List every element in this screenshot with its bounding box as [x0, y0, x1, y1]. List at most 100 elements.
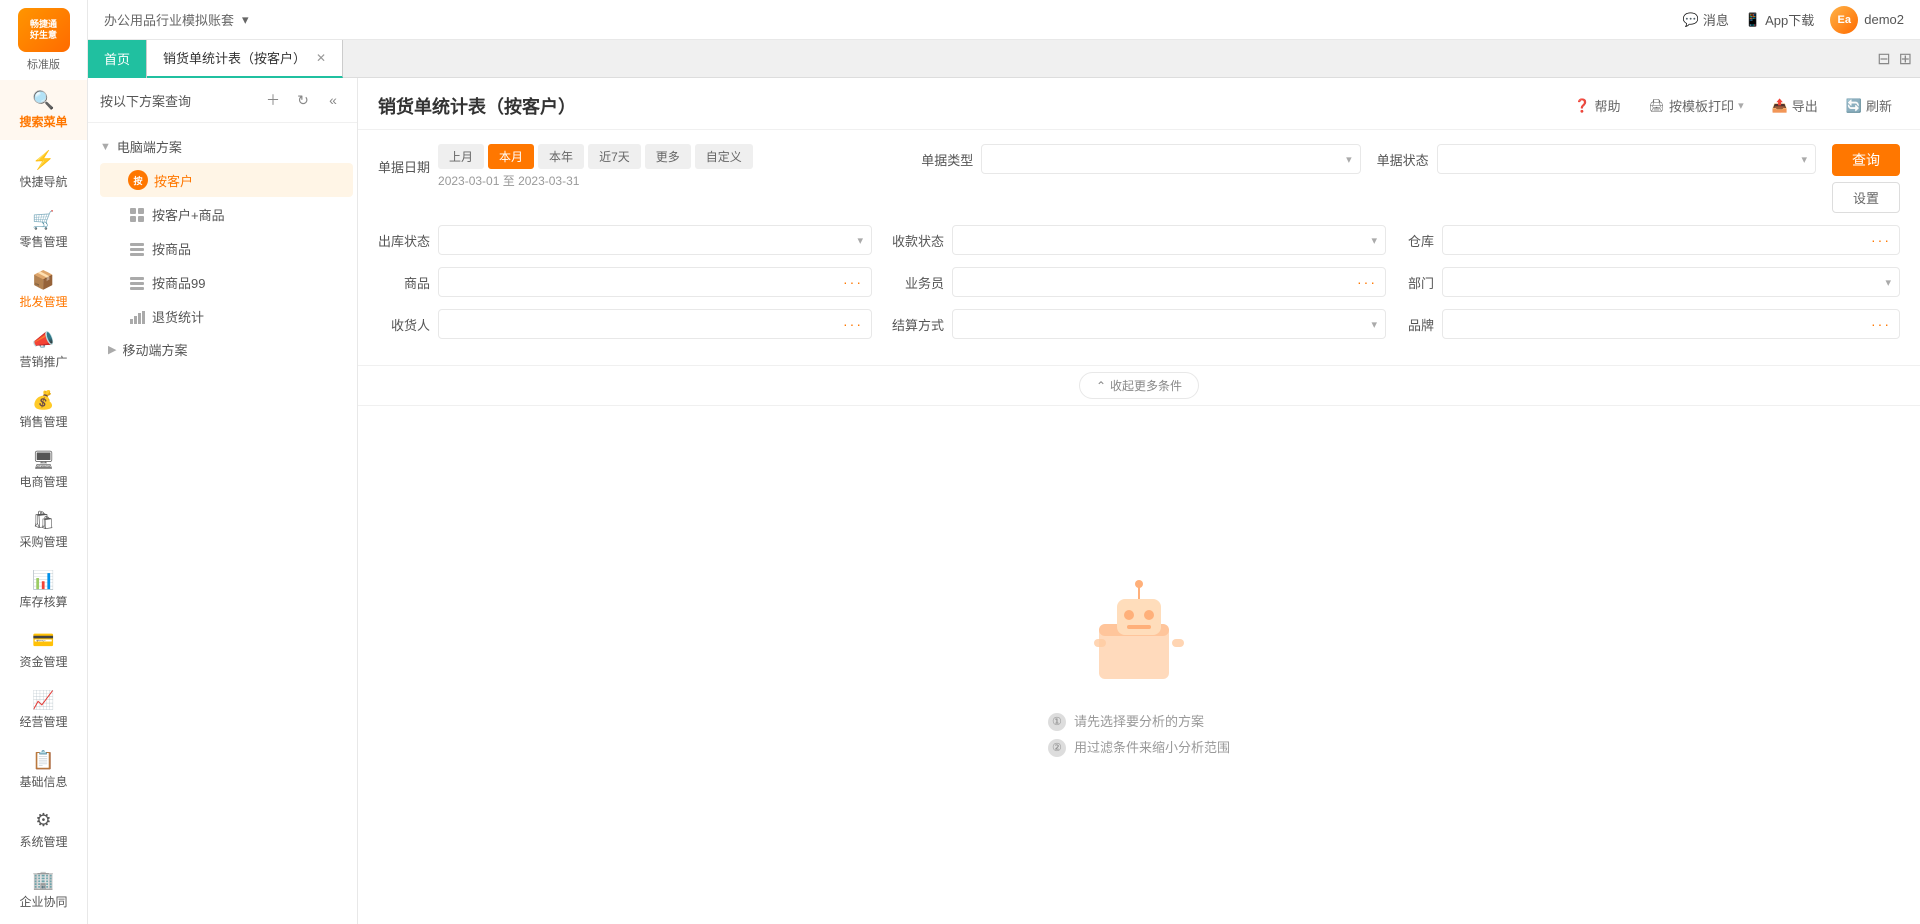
doc-type-select[interactable]: ▾ — [981, 144, 1360, 174]
dept-label: 部门 — [1406, 273, 1434, 292]
receipt-state-select[interactable]: ▾ — [952, 225, 1386, 255]
tab-sales-stat[interactable]: 销货单统计表（按客户） ✕ — [147, 40, 343, 78]
tab-home[interactable]: 首页 — [88, 40, 147, 78]
this-month-btn[interactable]: 本月 — [488, 144, 534, 169]
query-btn[interactable]: 查询 — [1832, 144, 1900, 176]
last7days-btn[interactable]: 近7天 — [588, 144, 641, 169]
warehouse-select[interactable]: ··· — [1442, 225, 1900, 255]
out-state-select[interactable]: ▾ — [438, 225, 872, 255]
sidebar-item-purchase[interactable]: 🛍 采购管理 — [0, 500, 87, 560]
template-print-arrow: ▾ — [1738, 99, 1744, 112]
prev-month-btn[interactable]: 上月 — [438, 144, 484, 169]
dept-arrow: ▾ — [1885, 276, 1891, 289]
custom-btn[interactable]: 自定义 — [695, 144, 753, 169]
sidebar-item-operations-label: 经营管理 — [19, 713, 67, 730]
user-label: demo2 — [1864, 12, 1904, 27]
sidebar-item-search[interactable]: 🔍 搜索菜单 — [0, 80, 87, 140]
help-btn[interactable]: ❓ 帮助 — [1566, 92, 1628, 119]
dept-select[interactable]: ▾ — [1442, 267, 1900, 297]
refresh-scheme-btn[interactable]: ↻ — [291, 88, 315, 112]
sidebar-item-basic[interactable]: 📋 基础信息 — [0, 740, 87, 800]
doc-state-select[interactable]: ▾ — [1437, 144, 1816, 174]
date-buttons: 上月 本月 本年 近7天 更多 自定义 — [438, 144, 753, 169]
sidebar: 畅捷通好生意 标准版 🔍 搜索菜单 ⚡ 快捷导航 🛒 零售管理 📦 批发管理 📣… — [0, 0, 88, 924]
product-99-icon — [128, 274, 146, 292]
brand-select[interactable]: ··· — [1442, 309, 1900, 339]
sidebar-item-wholesale-label: 批发管理 — [19, 293, 67, 310]
filter-row-2: 出库状态 ▾ 收款状态 ▾ 仓库 — [378, 225, 1900, 255]
collapse-panel-btn[interactable]: « — [321, 88, 345, 112]
export-btn[interactable]: 📤 导出 — [1764, 92, 1826, 119]
message-btn[interactable]: 💬 消息 — [1683, 10, 1729, 29]
tree-child-by-customer[interactable]: 按 按客户 — [100, 163, 353, 197]
return-stat-icon — [128, 308, 146, 326]
tree-child-by-product-99[interactable]: 按商品99 — [100, 266, 353, 299]
tree-section: ▼ 电脑端方案 按 按客户 — [88, 123, 357, 924]
consignee-dots: ··· — [843, 316, 863, 332]
tree-desktop-label: 电脑端方案 — [117, 137, 182, 156]
tree-mobile-label: 移动端方案 — [122, 340, 187, 359]
doc-state-arrow: ▾ — [1801, 153, 1807, 166]
more-btn[interactable]: 更多 — [645, 144, 691, 169]
employee-select[interactable]: ··· — [952, 267, 1386, 297]
filter-doc-type-item: 单据类型 ▾ — [921, 144, 1360, 174]
retail-icon: 🛒 — [32, 210, 54, 231]
sidebar-item-quick-nav-label: 快捷导航 — [19, 173, 67, 190]
tab-maximize-icon[interactable]: ⊞ — [1899, 49, 1912, 69]
topbar-dropdown-icon[interactable]: ▾ — [242, 12, 249, 28]
tree-child-by-customer-product[interactable]: 按客户+商品 — [100, 198, 353, 231]
tree-parent-desktop[interactable]: ▼ 电脑端方案 — [88, 131, 357, 162]
user-btn[interactable]: Ea demo2 — [1830, 6, 1904, 34]
tab-sales-stat-label: 销货单统计表（按客户） — [163, 48, 306, 67]
filter-doc-state-item: 单据状态 ▾ — [1377, 144, 1816, 174]
sidebar-item-retail[interactable]: 🛒 零售管理 — [0, 200, 87, 260]
export-label: 导出 — [1792, 96, 1818, 115]
sidebar-item-quick-nav[interactable]: ⚡ 快捷导航 — [0, 140, 87, 200]
product-icon — [128, 240, 146, 258]
sidebar-item-operations[interactable]: 📈 经营管理 — [0, 680, 87, 740]
refresh-btn[interactable]: 🔄 刷新 — [1838, 92, 1900, 119]
sidebar-item-system[interactable]: ⚙ 系统管理 — [0, 800, 87, 860]
sidebar-item-inventory[interactable]: 📊 库存核算 — [0, 560, 87, 620]
tree-child-by-product[interactable]: 按商品 — [100, 232, 353, 265]
query-btns: 查询 设置 — [1832, 144, 1900, 213]
collapse-btn[interactable]: ⌃ 收起更多条件 — [1079, 372, 1199, 399]
date-range-text: 2023-03-01 至 2023-03-31 — [438, 172, 753, 189]
tree-child-return-stat[interactable]: 退货统计 — [100, 300, 353, 333]
enterprise-icon: 🏢 — [32, 870, 54, 891]
product-select[interactable]: ··· — [438, 267, 872, 297]
operations-icon: 📈 — [32, 690, 54, 711]
sidebar-item-newbie[interactable]: 🎯 新手引导 — [0, 920, 87, 924]
sidebar-item-sales[interactable]: 💰 销售管理 — [0, 380, 87, 440]
sidebar-item-purchase-label: 采购管理 — [19, 533, 67, 550]
sidebar-item-finance[interactable]: 💳 资金管理 — [0, 620, 87, 680]
finance-icon: 💳 — [32, 630, 54, 651]
empty-hint-2: ② 用过滤条件来缩小分析范围 — [1048, 735, 1230, 761]
sidebar-item-marketing[interactable]: 📣 营销推广 — [0, 320, 87, 380]
template-print-btn[interactable]: 🖨 按模板打印 ▾ — [1641, 92, 1752, 119]
page-actions: ❓ 帮助 🖨 按模板打印 ▾ 📤 导出 🔄 刷新 — [1566, 92, 1900, 119]
hint-text-2: 用过滤条件来缩小分析范围 — [1074, 735, 1230, 761]
ecommerce-icon: 🖥 — [32, 450, 55, 471]
hint-num-2: ② — [1048, 739, 1066, 757]
sidebar-item-ecommerce[interactable]: 🖥 电商管理 — [0, 440, 87, 500]
sidebar-item-wholesale[interactable]: 📦 批发管理 — [0, 260, 87, 320]
settlement-arrow: ▾ — [1371, 318, 1377, 331]
download-btn[interactable]: 📱 App下载 — [1745, 10, 1814, 29]
settings-btn[interactable]: 设置 — [1832, 182, 1900, 213]
sidebar-item-enterprise[interactable]: 🏢 企业协同 — [0, 860, 87, 920]
tab-minimize-icon[interactable]: ⊟ — [1877, 49, 1890, 69]
refresh-label: 刷新 — [1866, 96, 1892, 115]
add-scheme-btn[interactable]: ＋ — [261, 88, 285, 112]
this-year-btn[interactable]: 本年 — [538, 144, 584, 169]
consignee-select[interactable]: ··· — [438, 309, 872, 339]
brand-label: 品牌 — [1406, 315, 1434, 334]
empty-text: ① 请先选择要分析的方案 ② 用过滤条件来缩小分析范围 — [1048, 709, 1230, 761]
consignee-label: 收货人 — [378, 315, 430, 334]
settlement-select[interactable]: ▾ — [952, 309, 1386, 339]
tab-close-icon[interactable]: ✕ — [316, 51, 326, 65]
topbar-right: 💬 消息 📱 App下载 Ea demo2 — [1683, 6, 1904, 34]
sidebar-item-inventory-label: 库存核算 — [19, 593, 67, 610]
filter-receipt-state: 收款状态 ▾ — [892, 225, 1386, 255]
tree-parent-mobile[interactable]: ▶ 移动端方案 — [88, 334, 357, 365]
